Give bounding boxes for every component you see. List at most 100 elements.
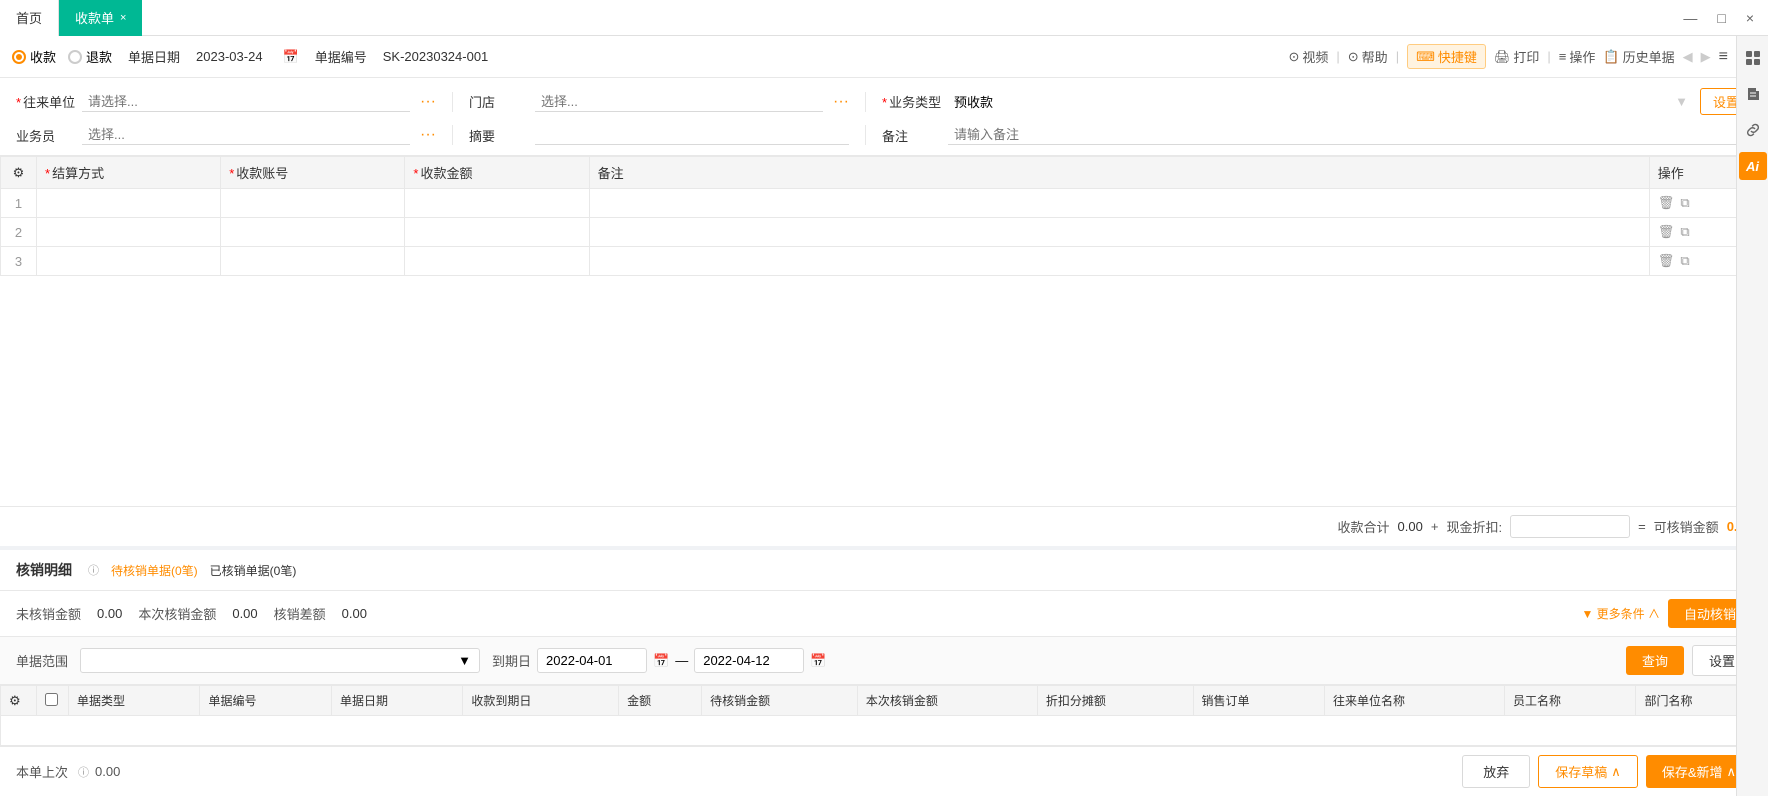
vth-due-date: 收款到期日 — [463, 686, 619, 716]
tab-close-icon[interactable]: × — [120, 12, 126, 24]
receipt-type-group: 收款 退款 — [12, 47, 112, 66]
more-conditions-btn[interactable]: ▼ 更多条件 ∧ — [1581, 605, 1660, 622]
video-icon: ⊙ — [1288, 49, 1299, 65]
row-copy-icon-3[interactable]: ⧉ — [1680, 253, 1689, 269]
row-account-3[interactable] — [221, 247, 405, 276]
nav-prev-icon[interactable]: ◀ — [1683, 49, 1693, 65]
radio-refund-label: 退款 — [86, 47, 112, 66]
help-btn[interactable]: ⊙ 帮助 — [1348, 47, 1388, 66]
vth-type: 单据类型 — [69, 686, 200, 716]
salesperson-field: 业务员 ··· — [16, 125, 436, 145]
vth-pending: 待核销金额 — [702, 686, 858, 716]
row-amount-3[interactable] — [405, 247, 589, 276]
row-settlement-3[interactable] — [37, 247, 221, 276]
calendar-to-icon[interactable]: 📅 — [810, 653, 826, 669]
row-copy-icon-2[interactable]: ⧉ — [1680, 224, 1689, 240]
shortcut-btn[interactable]: ⌨ 快捷键 — [1407, 44, 1486, 69]
row-settlement-1[interactable] — [37, 189, 221, 218]
verify-info-icon[interactable]: ⓘ — [88, 562, 99, 578]
equals-sign: = — [1638, 519, 1646, 534]
video-btn[interactable]: ⊙ 视频 — [1288, 47, 1328, 66]
history-btn[interactable]: 📋 历史单据 — [1603, 47, 1674, 66]
row-remarks-1[interactable] — [589, 189, 1649, 218]
operation-btn[interactable]: ≡ 操作 — [1559, 47, 1596, 66]
salesperson-more-icon[interactable]: ··· — [420, 126, 436, 144]
tab-home[interactable]: 首页 — [0, 0, 59, 36]
right-sidebar: Ai — [1736, 36, 1768, 796]
date-label: 单据日期 — [128, 47, 180, 66]
row-copy-icon-1[interactable]: ⧉ — [1680, 195, 1689, 211]
filter-actions: 查询 设置 — [1626, 645, 1752, 676]
tab-receipt[interactable]: 收款单 × — [59, 0, 142, 36]
tab-receipt-label: 收款单 — [75, 8, 114, 27]
radio-receipt-label: 收款 — [30, 47, 56, 66]
verify-tab-done[interactable]: 已核销单据(0笔) — [210, 562, 297, 579]
date-field: 到期日 📅 — 📅 — [492, 648, 826, 673]
operation-icon: ≡ — [1559, 49, 1567, 64]
sidebar-document-icon[interactable] — [1739, 80, 1767, 108]
save-draft-button[interactable]: 保存草稿 ∧ — [1538, 755, 1638, 788]
row-remarks-2[interactable] — [589, 218, 1649, 247]
store-input[interactable] — [535, 92, 823, 112]
range-arrow-icon: ▼ — [458, 653, 471, 668]
salesperson-label: 业务员 — [16, 126, 76, 145]
per-order-value: 0.00 — [95, 764, 120, 779]
query-button[interactable]: 查询 — [1626, 646, 1684, 675]
row-account-1[interactable] — [221, 189, 405, 218]
row-account-2[interactable] — [221, 218, 405, 247]
store-more-icon[interactable]: ··· — [833, 93, 849, 111]
verify-title: 核销明细 — [16, 560, 72, 580]
radio-refund[interactable]: 退款 — [68, 47, 112, 66]
close-window-button[interactable]: × — [1740, 8, 1760, 28]
th-settings[interactable]: ⚙ — [1, 157, 37, 189]
bottom-right: 放弃 保存草稿 ∧ 保存&新增 ∧ — [1462, 755, 1752, 788]
vth-checkbox[interactable] — [37, 686, 69, 716]
verify-table: ⚙ 单据类型 单据编号 单据日期 收款到期日 金额 待核销金额 本次核销金额 折… — [0, 685, 1768, 746]
select-all-checkbox[interactable] — [45, 693, 58, 706]
date-to-input[interactable] — [694, 648, 804, 673]
print-btn[interactable]: 🖨 打印 — [1494, 47, 1540, 66]
calendar-from-icon[interactable]: 📅 — [653, 653, 669, 669]
summary-label: 摘要 — [469, 126, 529, 145]
summary-input[interactable] — [535, 125, 849, 145]
date-from-input[interactable] — [537, 648, 647, 673]
vth-settings[interactable]: ⚙ — [1, 686, 37, 716]
row-settlement-2[interactable] — [37, 218, 221, 247]
date-calendar-icon[interactable]: 📅 — [283, 49, 299, 65]
vth-counterparty: 往来单位名称 — [1325, 686, 1505, 716]
verify-tab-pending[interactable]: 待核销单据(0笔) — [111, 562, 198, 579]
layout-list-icon[interactable]: ≡ — [1719, 48, 1728, 66]
row-delete-icon-1[interactable]: 🗑 — [1658, 195, 1675, 211]
counterparty-more-icon[interactable]: ··· — [420, 93, 436, 111]
table-row: 3 🗑 ⧉ — [1, 247, 1768, 276]
row-amount-1[interactable] — [405, 189, 589, 218]
total-label: 收款合计 — [1338, 517, 1390, 536]
remarks-input[interactable] — [948, 125, 1752, 145]
minimize-button[interactable]: — — [1677, 8, 1703, 28]
range-select[interactable]: ▼ — [80, 648, 480, 673]
maximize-button[interactable]: □ — [1711, 8, 1731, 28]
salesperson-input[interactable] — [82, 125, 410, 145]
sidebar-link-icon[interactable] — [1739, 116, 1767, 144]
nav-next-icon[interactable]: ▶ — [1701, 49, 1711, 65]
row-remarks-3[interactable] — [589, 247, 1649, 276]
vth-amount: 金额 — [619, 686, 702, 716]
sidebar-table-icon[interactable] — [1739, 44, 1767, 72]
abandon-button[interactable]: 放弃 — [1462, 755, 1530, 788]
row-amount-2[interactable] — [405, 218, 589, 247]
table-wrapper: ⚙ *结算方式 *收款账号 *收款金额 备注 操作 — [0, 156, 1768, 506]
row-delete-icon-2[interactable]: 🗑 — [1658, 224, 1675, 240]
discount-input[interactable] — [1510, 515, 1630, 538]
radio-receipt[interactable]: 收款 — [12, 47, 56, 66]
sidebar-ai-icon[interactable]: Ai — [1739, 152, 1767, 180]
business-type-arrow[interactable]: ▼ — [1675, 94, 1688, 109]
window-controls: — □ × — [1677, 8, 1768, 28]
form-section: *往来单位 ··· 门店 ··· *业务类型 预收款 ▼ 设置 — [0, 78, 1768, 156]
per-order-info-icon[interactable]: ⓘ — [78, 764, 89, 780]
counterparty-input[interactable] — [82, 92, 410, 112]
store-field: 门店 ··· — [469, 92, 849, 112]
row-delete-icon-3[interactable]: 🗑 — [1658, 253, 1675, 269]
bottom-bar: 本单上次 ⓘ 0.00 放弃 保存草稿 ∧ 保存&新增 ∧ — [0, 746, 1768, 796]
table-row: 1 🗑 ⧉ — [1, 189, 1768, 218]
shortcut-icon: ⌨ — [1416, 49, 1435, 65]
